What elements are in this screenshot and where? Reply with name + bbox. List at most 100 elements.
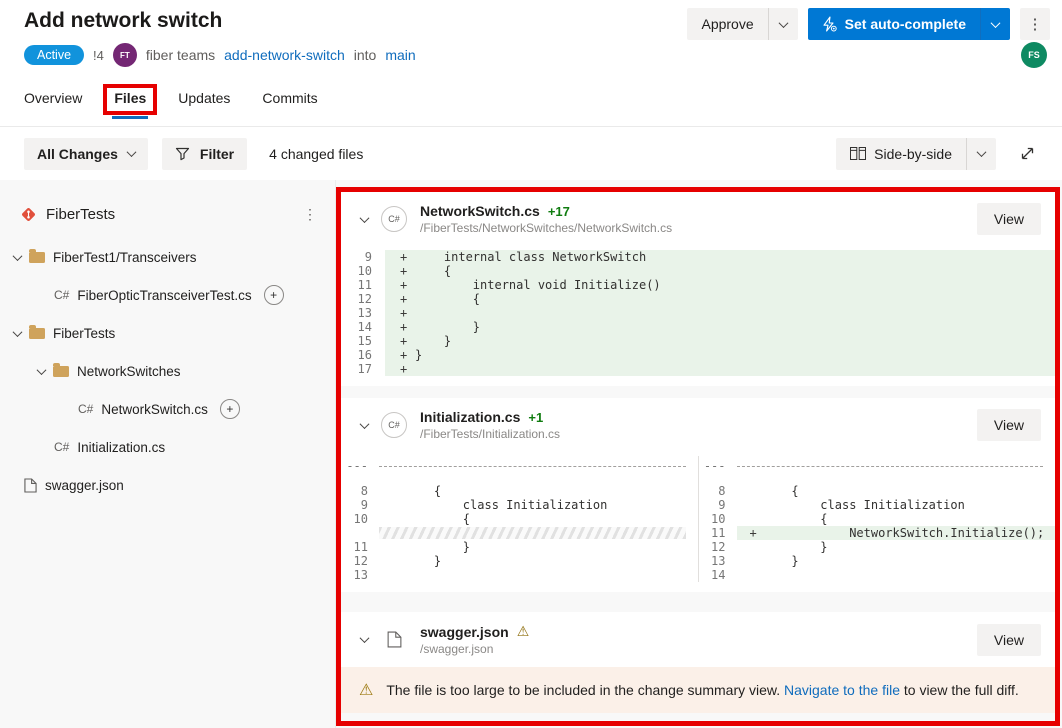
diff-collapsed-separator: --- (341, 456, 698, 476)
tree-item-networkswitches[interactable]: NetworkSwitches (0, 352, 335, 390)
diff-marker (737, 554, 763, 568)
approve-split-button[interactable]: Approve (687, 8, 797, 40)
line-number: 12 (341, 292, 385, 306)
approve-dropdown-button[interactable] (768, 8, 798, 40)
file-heading: swagger.json ⚠ /swagger.json (420, 623, 529, 656)
file-path: /swagger.json (420, 642, 529, 656)
code-text: class Initialization (405, 498, 607, 512)
view-mode-split-button[interactable]: Side-by-side (836, 138, 996, 170)
tree-item-networkswitch-cs[interactable]: C#NetworkSwitch.cs+ (0, 390, 335, 428)
files-content: FiberTests ⋮ FiberTest1/TransceiversC#Fi… (0, 180, 1062, 728)
file-too-large-warning: ⚠ The file is too large to be included i… (341, 667, 1055, 713)
tab-files[interactable]: Files (114, 90, 146, 112)
view-button[interactable]: View (977, 203, 1041, 235)
diff-line: 10 { (341, 512, 698, 526)
code-text: { (405, 512, 470, 526)
approve-button[interactable]: Approve (687, 8, 767, 40)
more-options-button[interactable]: ⋮ (1020, 8, 1050, 40)
line-number: 10 (341, 264, 385, 278)
diff-marker: + (385, 334, 415, 348)
line-number: 14 (341, 320, 385, 334)
code-text: { (415, 292, 480, 306)
work-items-indicator[interactable]: !4 (93, 48, 104, 63)
repo-header[interactable]: FiberTests ⋮ (0, 196, 335, 232)
diff-line: 8 { (699, 484, 1056, 498)
view-button[interactable]: View (977, 409, 1041, 441)
csharp-icon: C# (54, 288, 69, 302)
line-number: 12 (341, 554, 379, 568)
diff-line: 13 } (699, 554, 1056, 568)
file-name: NetworkSwitch.cs (420, 203, 540, 219)
diff-line: 9 class Initialization (699, 498, 1056, 512)
diff-line: 14+ } (341, 320, 1055, 334)
user-avatar[interactable]: FS (1021, 42, 1047, 68)
diff-line: 9 class Initialization (341, 498, 698, 512)
line-number: 14 (699, 568, 737, 582)
added-lines-count: +17 (548, 204, 570, 219)
chevron-down-icon (977, 147, 987, 157)
tree-item-fibertest1-transceivers[interactable]: FiberTest1/Transceivers (0, 238, 335, 276)
diff-line: 11+ NetworkSwitch.Initialize(); (699, 526, 1056, 540)
tree-item-fiberoptictransceivertest-cs[interactable]: C#FiberOpticTransceiverTest.cs+ (0, 276, 335, 314)
toolbar-right: Side-by-side (836, 138, 1044, 170)
view-mode-dropdown-button[interactable] (966, 138, 996, 170)
pr-header: Add network switch Approve Set auto-comp… (0, 0, 1062, 126)
collapse-chevron-icon[interactable] (360, 213, 370, 223)
diff-marker (379, 512, 405, 526)
dashed-line (737, 466, 1044, 467)
file-path: /FiberTests/Initialization.cs (420, 427, 560, 441)
code-text: { (763, 512, 828, 526)
document-icon (24, 478, 37, 493)
file-tree-sidebar: FiberTests ⋮ FiberTest1/TransceiversC#Fi… (0, 180, 336, 728)
filter-button[interactable]: Filter (162, 138, 247, 170)
tree-item-label: Initialization.cs (77, 440, 165, 455)
diff-marker: + (385, 320, 415, 334)
code-text: } (405, 540, 470, 554)
tab-commits[interactable]: Commits (262, 90, 317, 112)
diff-gap-placeholder (341, 526, 698, 540)
line-number: 11 (341, 540, 379, 554)
collapse-chevron-icon[interactable] (360, 633, 370, 643)
view-button[interactable]: View (977, 624, 1041, 656)
collapse-chevron-icon[interactable] (360, 419, 370, 429)
file-card-networkswitch: C# NetworkSwitch.cs +17 /FiberTests/Netw… (341, 192, 1055, 386)
source-branch-link[interactable]: add-network-switch (224, 47, 345, 63)
author-avatar[interactable]: FT (113, 43, 137, 67)
change-plus-badge: + (220, 399, 240, 419)
tree-item-swagger-json[interactable]: swagger.json (0, 466, 335, 504)
code-text: NetworkSwitch.Initialize(); (763, 526, 1045, 540)
auto-complete-icon (822, 16, 837, 32)
author-name: fiber teams (146, 47, 215, 63)
tree-item-initialization-cs[interactable]: C#Initialization.cs (0, 428, 335, 466)
set-auto-complete-button[interactable]: Set auto-complete (808, 8, 980, 40)
warning-text: The file is too large to be included in … (386, 682, 1018, 698)
tab-updates[interactable]: Updates (178, 90, 230, 112)
diff-line: 17+ (341, 362, 1055, 376)
tab-overview[interactable]: Overview (24, 90, 82, 112)
auto-complete-split-button[interactable]: Set auto-complete (808, 8, 1010, 40)
diff-marker: + (385, 278, 415, 292)
diff-line: 10 { (699, 512, 1056, 526)
all-changes-dropdown[interactable]: All Changes (24, 138, 148, 170)
fullscreen-button[interactable] (1010, 138, 1044, 170)
csharp-file-icon: C# (381, 206, 407, 232)
file-card-header: swagger.json ⚠ /swagger.json View (341, 612, 1055, 667)
target-branch-link[interactable]: main (385, 47, 415, 63)
navigate-to-file-link[interactable]: Navigate to the file (784, 682, 900, 698)
diff-line: 10+ { (341, 264, 1055, 278)
tree-item-fibertests[interactable]: FiberTests (0, 314, 335, 352)
repo-more-button[interactable]: ⋮ (303, 206, 317, 223)
code-text: } (405, 554, 441, 568)
diff-line: 11 } (341, 540, 698, 554)
line-number: 9 (699, 498, 737, 512)
side-by-side-button[interactable]: Side-by-side (836, 138, 966, 170)
expand-diagonal-icon (1019, 145, 1036, 162)
csharp-icon: C# (78, 402, 93, 416)
diff-marker: + (385, 264, 415, 278)
diff-line: 16+} (341, 348, 1055, 362)
file-card-swagger: swagger.json ⚠ /swagger.json View ⚠ The … (341, 612, 1055, 713)
file-path: /FiberTests/NetworkSwitches/NetworkSwitc… (420, 221, 672, 235)
auto-complete-dropdown-button[interactable] (980, 8, 1010, 40)
diff-marker (379, 484, 405, 498)
diff-marker (737, 568, 763, 582)
